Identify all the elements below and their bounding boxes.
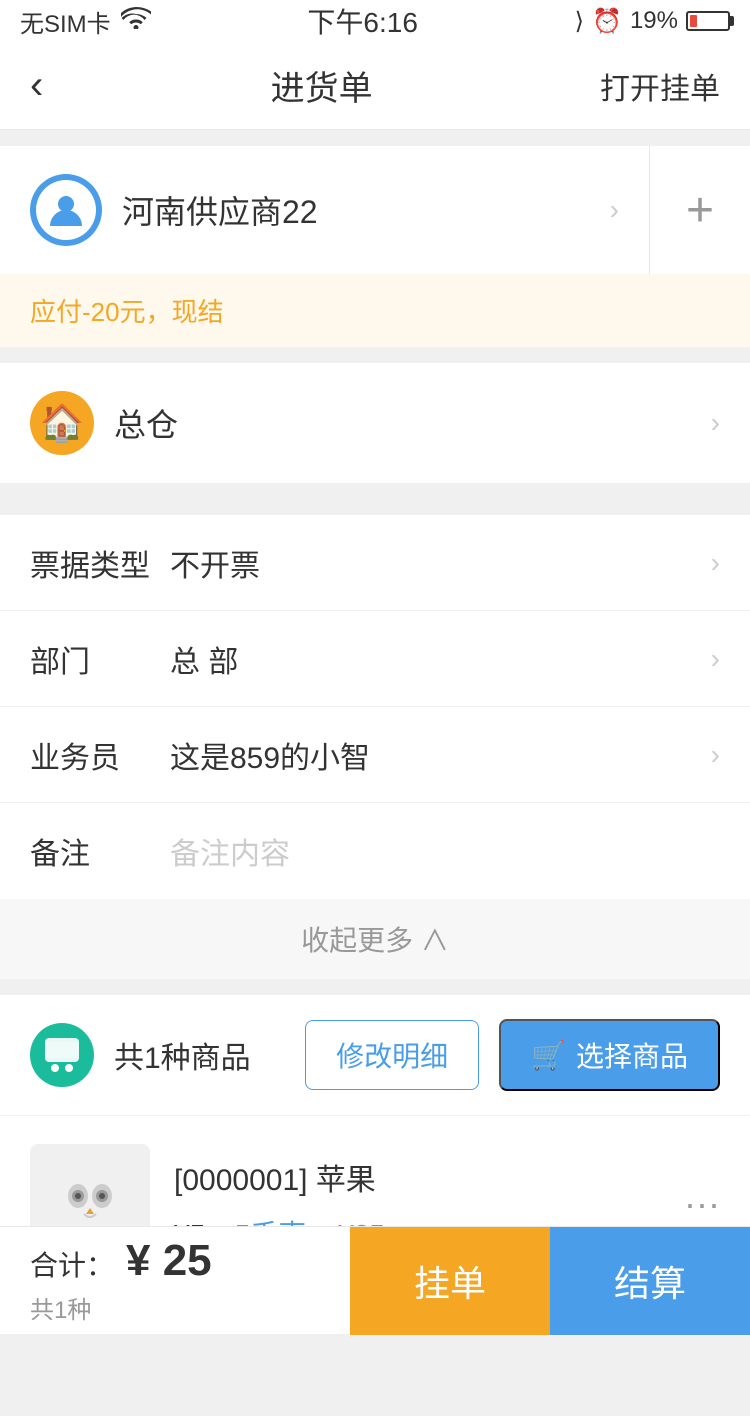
status-left: 无SIM卡 (20, 4, 151, 39)
product-id: [0000001] (174, 1164, 307, 1197)
dept-label: 部门 (30, 637, 170, 681)
remark-row[interactable]: 备注 备注内容 (0, 803, 750, 899)
status-right: ⟩ ⏰ 19% (575, 7, 730, 36)
salesman-chevron-icon: › (711, 739, 720, 771)
select-product-button[interactable]: 🛒 选择商品 (499, 1019, 720, 1091)
total-count: 共1种 (30, 1290, 320, 1325)
checkout-button[interactable]: 结算 (550, 1227, 750, 1335)
collapse-label: 收起更多 ∧ (301, 919, 449, 959)
product-count-text: 共1种商品 (114, 1033, 285, 1077)
page-title: 进货单 (271, 61, 373, 110)
location-icon: ⟩ (575, 7, 584, 36)
edit-detail-button[interactable]: 修改明细 (305, 1020, 479, 1090)
notice-text: 应付-20元，现结 (30, 297, 224, 327)
supplier-section: 河南供应商22 › + (0, 146, 750, 274)
warehouse-section[interactable]: 🏠 总仓 › (0, 363, 750, 483)
supplier-name: 河南供应商22 (122, 187, 590, 233)
warehouse-name: 总仓 (114, 400, 691, 446)
dept-chevron-icon: › (711, 643, 720, 675)
invoice-chevron-icon: › (711, 547, 720, 579)
status-time: 下午6:16 (307, 1, 418, 41)
bottom-bar: 合计： ¥ 25 共1种 挂单 结算 (0, 1226, 750, 1334)
product-name: [0000001] 苹果 (174, 1155, 660, 1199)
wifi-icon (121, 7, 151, 36)
remark-label: 备注 (30, 829, 170, 873)
battery-icon (686, 11, 730, 31)
battery-percent: 19% (630, 7, 678, 35)
dept-row[interactable]: 部门 总 部 › (0, 611, 750, 707)
product-more-button[interactable]: ··· (684, 1183, 720, 1225)
notice-bar: 应付-20元，现结 (0, 274, 750, 347)
total-row: 合计： ¥ 25 (30, 1236, 320, 1286)
supplier-chevron-icon: › (610, 194, 619, 226)
total-amount: ¥ 25 (126, 1236, 212, 1286)
total-section: 合计： ¥ 25 共1种 (0, 1236, 350, 1325)
open-hang-button[interactable]: 打开挂单 (600, 64, 720, 108)
invoice-row[interactable]: 票据类型 不开票 › (0, 515, 750, 611)
supplier-avatar (30, 174, 102, 246)
back-button[interactable]: ‹ (30, 63, 43, 108)
dept-value: 总 部 (170, 637, 711, 681)
carrier-text: 无SIM卡 (20, 4, 111, 39)
salesman-row[interactable]: 业务员 这是859的小智 › (0, 707, 750, 803)
product-title: 苹果 (316, 1164, 376, 1197)
warehouse-icon: 🏠 (30, 391, 94, 455)
product-header: 共1种商品 修改明细 🛒 选择商品 (0, 995, 750, 1116)
cart-icon: 🛒 (531, 1039, 566, 1072)
salesman-value: 这是859的小智 (170, 733, 711, 777)
remark-input[interactable]: 备注内容 (170, 829, 720, 873)
add-supplier-button[interactable]: + (650, 146, 750, 274)
salesman-label: 业务员 (30, 733, 170, 777)
total-label: 合计： (30, 1244, 114, 1284)
invoice-value: 不开票 (170, 541, 711, 585)
person-icon (46, 190, 86, 230)
invoice-label: 票据类型 (30, 541, 170, 585)
status-bar: 无SIM卡 下午6:16 ⟩ ⏰ 19% (0, 0, 750, 42)
nav-bar: ‹ 进货单 打开挂单 (0, 42, 750, 130)
product-cart-icon (30, 1023, 94, 1087)
form-section: 票据类型 不开票 › 部门 总 部 › 业务员 这是859的小智 › 备注 备注… (0, 515, 750, 899)
alarm-icon: ⏰ (592, 7, 622, 36)
hang-button[interactable]: 挂单 (350, 1227, 550, 1335)
supplier-selector[interactable]: 河南供应商22 › (0, 146, 650, 274)
warehouse-chevron-icon: › (711, 407, 720, 439)
collapse-toggle[interactable]: 收起更多 ∧ (0, 899, 750, 979)
